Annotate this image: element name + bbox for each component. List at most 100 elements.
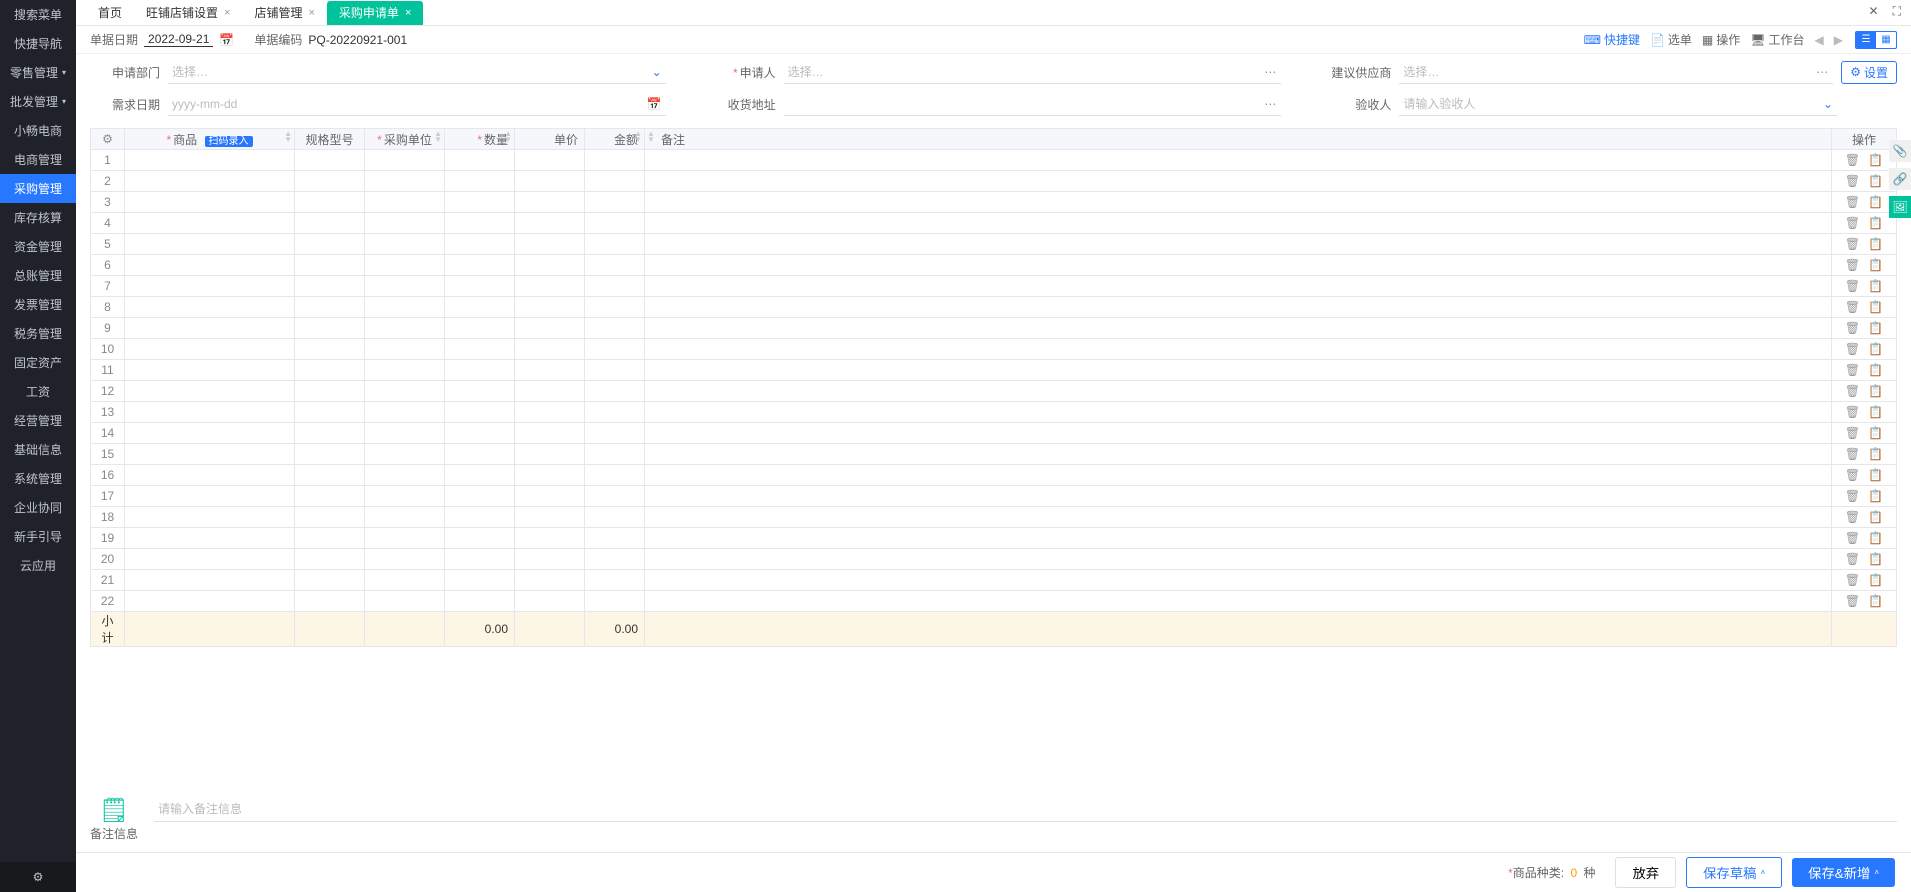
float-attach-icon[interactable]: 📎 (1889, 140, 1911, 162)
delete-row-icon[interactable]: 🗑 (1845, 321, 1860, 335)
sidebar-item-0[interactable]: 搜索菜单 (0, 0, 76, 29)
cell-remark[interactable] (645, 192, 1832, 213)
cell-spec[interactable] (295, 507, 365, 528)
sidebar-item-14[interactable]: 经营管理 (0, 406, 76, 435)
table-row[interactable]: 5🗑📋 (91, 234, 1897, 255)
table-row[interactable]: 4🗑📋 (91, 213, 1897, 234)
cell-qty[interactable] (445, 192, 515, 213)
cell-remark[interactable] (645, 444, 1832, 465)
cell-unit[interactable] (365, 150, 445, 171)
cell-remark[interactable] (645, 486, 1832, 507)
table-row[interactable]: 19🗑📋 (91, 528, 1897, 549)
cell-unit[interactable] (365, 591, 445, 612)
delete-row-icon[interactable]: 🗑 (1845, 552, 1860, 566)
cell-amount[interactable] (585, 255, 645, 276)
cell-qty[interactable] (445, 360, 515, 381)
delete-row-icon[interactable]: 🗑 (1845, 363, 1860, 377)
delete-row-icon[interactable]: 🗑 (1845, 405, 1860, 419)
copy-row-icon[interactable]: 📋 (1868, 573, 1883, 587)
delete-row-icon[interactable]: 🗑 (1845, 531, 1860, 545)
scan-badge[interactable]: 扫码录入 (205, 136, 253, 147)
cell-qty[interactable] (445, 234, 515, 255)
settings-button[interactable]: ⚙设置 (1841, 61, 1897, 84)
sidebar-item-13[interactable]: 工资 (0, 377, 76, 406)
cell-price[interactable] (515, 150, 585, 171)
sidebar-item-9[interactable]: 总账管理 (0, 261, 76, 290)
sidebar-item-3[interactable]: 批发管理▾ (0, 87, 76, 116)
cell-qty[interactable] (445, 423, 515, 444)
cell-product[interactable] (125, 528, 295, 549)
cell-product[interactable] (125, 213, 295, 234)
delete-row-icon[interactable]: 🗑 (1845, 300, 1860, 314)
cell-product[interactable] (125, 360, 295, 381)
delete-row-icon[interactable]: 🗑 (1845, 384, 1860, 398)
copy-row-icon[interactable]: 📋 (1868, 321, 1883, 335)
cell-amount[interactable] (585, 570, 645, 591)
table-row[interactable]: 6🗑📋 (91, 255, 1897, 276)
sidebar-item-7[interactable]: 库存核算 (0, 203, 76, 232)
copy-row-icon[interactable]: 📋 (1868, 300, 1883, 314)
table-row[interactable]: 15🗑📋 (91, 444, 1897, 465)
cell-remark[interactable] (645, 276, 1832, 297)
copy-row-icon[interactable]: 📋 (1868, 174, 1883, 188)
toolbar-workbench[interactable]: 🖥工作台 (1750, 31, 1804, 48)
cell-amount[interactable] (585, 213, 645, 234)
cell-qty[interactable] (445, 276, 515, 297)
cell-qty[interactable] (445, 486, 515, 507)
cell-price[interactable] (515, 528, 585, 549)
delete-row-icon[interactable]: 🗑 (1845, 258, 1860, 272)
cell-unit[interactable] (365, 213, 445, 234)
save-draft-button[interactable]: 保存草稿˄ (1686, 857, 1782, 888)
sidebar-item-10[interactable]: 发票管理 (0, 290, 76, 319)
col-product[interactable]: ▲▼ *商品 扫码录入 (125, 129, 295, 150)
ship-address-select[interactable]: ⋯ (784, 92, 1282, 116)
delete-row-icon[interactable]: 🗑 (1845, 426, 1860, 440)
delete-row-icon[interactable]: 🗑 (1845, 153, 1860, 167)
copy-row-icon[interactable]: 📋 (1868, 258, 1883, 272)
cell-unit[interactable] (365, 486, 445, 507)
cell-spec[interactable] (295, 591, 365, 612)
save-new-button[interactable]: 保存&新增˄ (1792, 858, 1895, 887)
doc-date-value[interactable]: 2022-09-21 (144, 32, 213, 47)
cell-product[interactable] (125, 339, 295, 360)
supplier-select[interactable]: 选择… ⋯ (1399, 60, 1833, 84)
cell-qty[interactable] (445, 528, 515, 549)
tabs-fullscreen[interactable]: ⛶ (1889, 2, 1905, 21)
cell-unit[interactable] (365, 423, 445, 444)
cell-product[interactable] (125, 192, 295, 213)
toolbar-action[interactable]: ▦操作 (1702, 31, 1740, 48)
cell-product[interactable] (125, 276, 295, 297)
cell-amount[interactable] (585, 549, 645, 570)
cell-amount[interactable] (585, 318, 645, 339)
cell-price[interactable] (515, 570, 585, 591)
sidebar-item-2[interactable]: 零售管理▾ (0, 58, 76, 87)
copy-row-icon[interactable]: 📋 (1868, 363, 1883, 377)
sidebar-settings[interactable]: ⚙ (0, 862, 76, 892)
cell-unit[interactable] (365, 276, 445, 297)
cell-spec[interactable] (295, 549, 365, 570)
cell-product[interactable] (125, 507, 295, 528)
cell-product[interactable] (125, 297, 295, 318)
cell-spec[interactable] (295, 381, 365, 402)
cell-price[interactable] (515, 171, 585, 192)
col-remark[interactable]: ▲▼ 备注 (645, 129, 1832, 150)
cell-amount[interactable] (585, 276, 645, 297)
cell-product[interactable] (125, 150, 295, 171)
table-row[interactable]: 1🗑📋 (91, 150, 1897, 171)
cell-unit[interactable] (365, 528, 445, 549)
sidebar-item-5[interactable]: 电商管理 (0, 145, 76, 174)
float-link-icon[interactable]: 🔗 (1889, 168, 1911, 190)
copy-row-icon[interactable]: 📋 (1868, 237, 1883, 251)
toolbar-hotkey[interactable]: ⌨快捷键 (1584, 31, 1640, 48)
copy-row-icon[interactable]: 📋 (1868, 195, 1883, 209)
table-row[interactable]: 14🗑📋 (91, 423, 1897, 444)
cell-price[interactable] (515, 423, 585, 444)
sidebar-item-6[interactable]: 采购管理 (0, 174, 76, 203)
delete-row-icon[interactable]: 🗑 (1845, 279, 1860, 293)
copy-row-icon[interactable]: 📋 (1868, 531, 1883, 545)
cell-qty[interactable] (445, 318, 515, 339)
cell-unit[interactable] (365, 402, 445, 423)
cell-remark[interactable] (645, 150, 1832, 171)
cell-qty[interactable] (445, 402, 515, 423)
copy-row-icon[interactable]: 📋 (1868, 468, 1883, 482)
